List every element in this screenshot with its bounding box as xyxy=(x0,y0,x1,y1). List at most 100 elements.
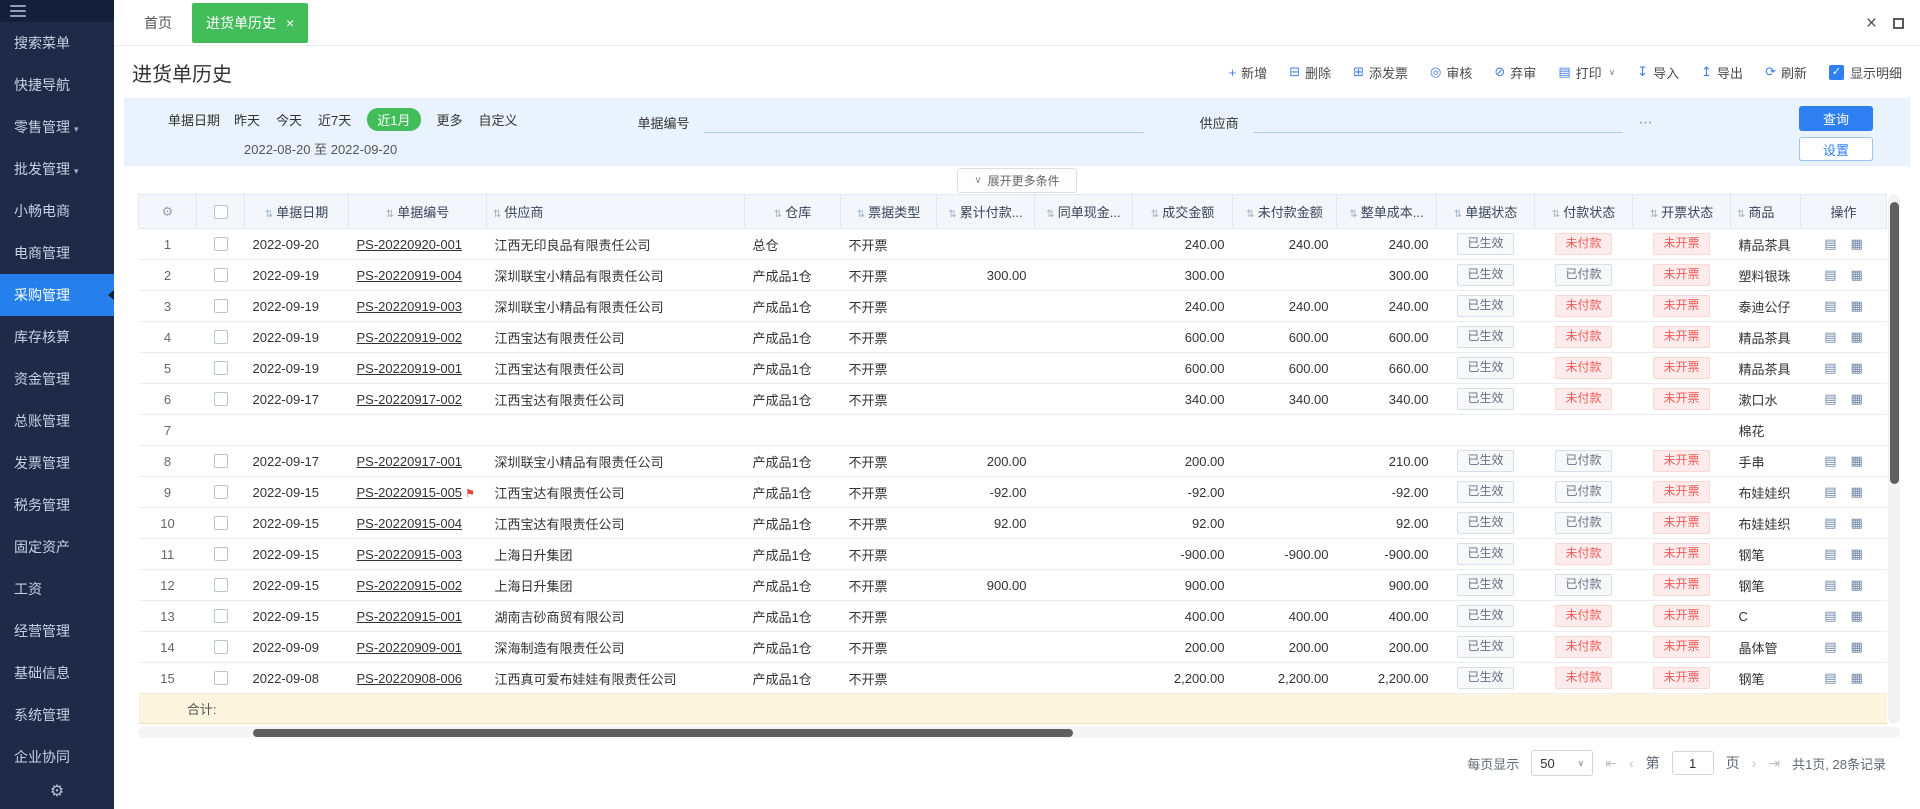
col-header-paid_total[interactable]: ⇅ 累计付款... xyxy=(936,194,1035,229)
unaudit-button[interactable]: ⊘ 弃审 xyxy=(1494,63,1536,82)
doc-number-link[interactable]: PS-20220915-003 xyxy=(357,547,463,562)
add-button[interactable]: + 新增 xyxy=(1229,63,1268,82)
barcode-icon[interactable]: ▦ xyxy=(1851,546,1863,561)
quick-option-更多[interactable]: 更多 xyxy=(437,110,463,129)
search-button[interactable]: 查询 xyxy=(1799,106,1873,131)
page-number-input[interactable] xyxy=(1671,751,1714,775)
detail-view-icon[interactable]: ▤ xyxy=(1824,577,1836,592)
doc-number-link[interactable]: PS-20220915-005 xyxy=(357,485,463,500)
delete-button[interactable]: ⊟ 删除 xyxy=(1289,63,1331,82)
table-settings-icon[interactable]: ⚙ xyxy=(162,204,174,219)
col-header-invoice_status[interactable]: ⇅ 开票状态 xyxy=(1632,194,1731,229)
print-button[interactable]: ▤ 打印 ∨ xyxy=(1558,63,1615,82)
table-row[interactable]: 4 2022-09-19 PS-20220919-002 江西宝达有限责任公司 产成品1… xyxy=(138,321,1887,353)
sidebar-item-inventory[interactable]: 库存核算 xyxy=(0,316,114,358)
col-header-bill_type[interactable]: ⇅ 票据类型 xyxy=(840,194,937,229)
last-page-icon[interactable]: ⇥ xyxy=(1768,755,1780,772)
row-checkbox[interactable] xyxy=(213,392,228,406)
sidebar-item-funds[interactable]: 资金管理 xyxy=(0,358,114,400)
sidebar-item-fixed-assets[interactable]: 固定资产 xyxy=(0,526,114,568)
sidebar-item-invoice[interactable]: 发票管理 xyxy=(0,442,114,484)
quick-option-近7天[interactable]: 近7天 xyxy=(318,110,351,129)
row-checkbox[interactable] xyxy=(213,237,228,251)
row-checkbox[interactable] xyxy=(213,609,228,623)
row-checkbox[interactable] xyxy=(213,671,228,685)
barcode-icon[interactable]: ▦ xyxy=(1851,267,1863,282)
col-header-date[interactable]: ⇅ 单据日期 xyxy=(244,194,349,229)
quick-option-昨天[interactable]: 昨天 xyxy=(234,110,260,129)
sidebar-item-quick-nav[interactable]: 快捷导航 xyxy=(0,64,114,106)
doc-number-link[interactable]: PS-20220919-002 xyxy=(357,330,463,345)
table-row[interactable]: 11 2022-09-15 PS-20220915-003 上海日升集团 产成品1仓 不开… xyxy=(138,538,1887,570)
row-checkbox[interactable] xyxy=(213,547,228,561)
prev-page-icon[interactable]: ‹ xyxy=(1629,755,1634,771)
barcode-icon[interactable]: ▦ xyxy=(1851,391,1863,406)
table-row[interactable]: 2 2022-09-19 PS-20220919-004 深圳联宝小精品有限责任公司产… xyxy=(138,259,1887,291)
col-header-supplier[interactable]: ⇅ 供应商 xyxy=(486,194,745,229)
sidebar-item-payroll[interactable]: 工资 xyxy=(0,568,114,610)
doc-no-input[interactable] xyxy=(703,111,1144,133)
detail-view-icon[interactable]: ▤ xyxy=(1824,639,1836,654)
sidebar-item-operation[interactable]: 经营管理 xyxy=(0,610,114,652)
audit-button[interactable]: ◎ 审核 xyxy=(1430,63,1472,82)
doc-number-link[interactable]: PS-20220920-001 xyxy=(357,237,463,252)
sidebar-item-base-info[interactable]: 基础信息 xyxy=(0,652,114,694)
col-header-amount[interactable]: ⇅ 成交金额 xyxy=(1132,194,1233,229)
row-checkbox[interactable] xyxy=(213,361,228,375)
table-row[interactable]: 13 2022-09-15 PS-20220915-001 湖南吉砂商贸有限公司 产成品… xyxy=(138,600,1887,632)
add-invoice-button[interactable]: ⊞ 添发票 xyxy=(1353,63,1408,82)
sidebar-item-xiaochang-ec[interactable]: 小畅电商 xyxy=(0,190,114,232)
settings-gear-icon[interactable]: ⚙ xyxy=(0,781,114,801)
sidebar-item-collaboration[interactable]: 企业协同 xyxy=(0,736,114,778)
barcode-icon[interactable]: ▦ xyxy=(1851,453,1863,468)
detail-view-icon[interactable]: ▤ xyxy=(1824,608,1836,623)
sidebar-item-wholesale[interactable]: 批发管理 ▾ xyxy=(0,148,114,190)
refresh-button[interactable]: ⟳ 刷新 xyxy=(1765,63,1807,82)
settings-button[interactable]: 设置 xyxy=(1799,137,1873,161)
menu-icon[interactable] xyxy=(10,2,26,20)
expand-more-button[interactable]: ∨ 展开更多条件 xyxy=(957,167,1077,193)
barcode-icon[interactable]: ▦ xyxy=(1851,608,1863,623)
barcode-icon[interactable]: ▦ xyxy=(1851,360,1863,375)
detail-view-icon[interactable]: ▤ xyxy=(1824,329,1836,344)
col-header-idx[interactable]: ⚙ xyxy=(138,194,197,229)
table-row[interactable]: 15 2022-09-08 PS-20220908-006 江西真可爱布娃娃有限责任公… xyxy=(138,662,1887,694)
detail-view-icon[interactable]: ▤ xyxy=(1824,546,1836,561)
col-header-check[interactable] xyxy=(196,194,245,229)
detail-view-icon[interactable]: ▤ xyxy=(1824,670,1836,685)
detail-view-icon[interactable]: ▤ xyxy=(1824,391,1836,406)
export-button[interactable]: ↥ 导出 xyxy=(1701,63,1743,82)
detail-view-icon[interactable]: ▤ xyxy=(1824,267,1836,282)
first-page-icon[interactable]: ⇤ xyxy=(1605,755,1617,772)
table-row[interactable]: 5 2022-09-19 PS-20220919-001 江西宝达有限责任公司 产成品1… xyxy=(138,352,1887,384)
row-checkbox[interactable] xyxy=(213,578,228,592)
col-header-doc_status[interactable]: ⇅ 单据状态 xyxy=(1436,194,1535,229)
next-page-icon[interactable]: › xyxy=(1752,755,1757,771)
doc-number-link[interactable]: PS-20220917-002 xyxy=(357,392,463,407)
doc-number-link[interactable]: PS-20220908-006 xyxy=(357,671,463,686)
fullscreen-icon[interactable] xyxy=(1893,17,1904,29)
doc-number-link[interactable]: PS-20220915-002 xyxy=(357,578,463,593)
col-header-warehouse[interactable]: ⇅ 仓库 xyxy=(744,194,841,229)
quick-option-今天[interactable]: 今天 xyxy=(276,110,302,129)
select-all-checkbox[interactable] xyxy=(213,204,228,219)
sidebar-item-purchase[interactable]: 采购管理 xyxy=(0,274,114,316)
detail-view-icon[interactable]: ▤ xyxy=(1824,236,1836,251)
table-row[interactable]: 1 2022-09-20 PS-20220920-001 江西无印良品有限责任公司 总仓… xyxy=(138,228,1887,260)
barcode-icon[interactable]: ▦ xyxy=(1851,236,1863,251)
doc-number-link[interactable]: PS-20220919-004 xyxy=(357,268,463,283)
barcode-icon[interactable]: ▦ xyxy=(1851,329,1863,344)
quick-option-自定义[interactable]: 自定义 xyxy=(479,110,518,129)
col-header-same_cash[interactable]: ⇅ 同单现金... xyxy=(1034,194,1133,229)
doc-number-link[interactable]: PS-20220909-001 xyxy=(357,640,463,655)
table-row[interactable]: 6 2022-09-17 PS-20220917-002 江西宝达有限责任公司 产成品1… xyxy=(138,383,1887,415)
doc-number-link[interactable]: PS-20220915-004 xyxy=(357,516,463,531)
row-checkbox[interactable] xyxy=(213,485,228,499)
table-row[interactable]: 10 2022-09-15 PS-20220915-004 江西宝达有限责任公司 产成品… xyxy=(138,507,1887,539)
col-header-actions[interactable]: 操作 xyxy=(1800,194,1887,229)
table-row[interactable]: 9 2022-09-15 PS-20220915-005 ⚑ 江西宝达有限责任公司 产成品… xyxy=(138,476,1887,508)
barcode-icon[interactable]: ▦ xyxy=(1851,484,1863,499)
vertical-scrollbar-thumb[interactable] xyxy=(1889,202,1899,484)
detail-view-icon[interactable]: ▤ xyxy=(1824,484,1836,499)
horizontal-scrollbar-thumb[interactable] xyxy=(253,728,1073,737)
